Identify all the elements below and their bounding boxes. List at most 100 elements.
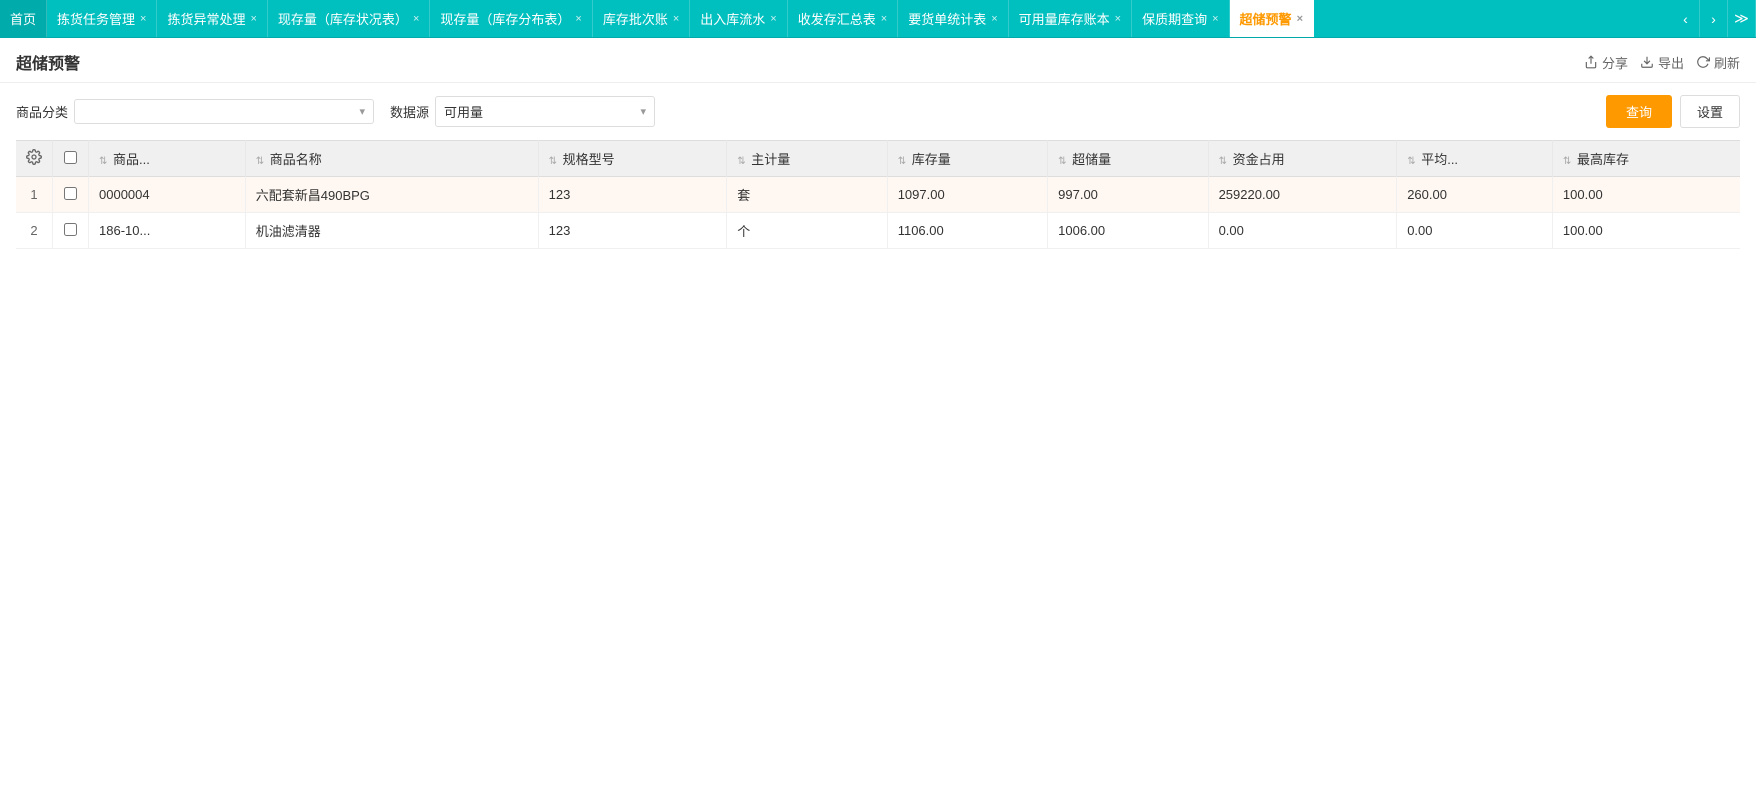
close-icon-2[interactable]: × <box>250 13 256 25</box>
th-avg-label: 平均... <box>1421 152 1458 167</box>
nav-item-home[interactable]: 首页 <box>0 0 47 37</box>
category-chevron-icon: ▾ <box>359 105 365 118</box>
sort-icon-spec: ⇅ <box>549 156 557 167</box>
row-over-1: 1006.00 <box>1048 213 1208 249</box>
nav-item-8-label: 要货单统计表 <box>908 9 986 28</box>
export-button[interactable]: 导出 <box>1640 53 1684 72</box>
nav-item-5[interactable]: 库存批次账 × <box>593 0 690 37</box>
datasource-filter-group: 数据源 可用量 ▾ <box>390 96 655 127</box>
select-all-checkbox[interactable] <box>64 151 77 164</box>
filter-actions: 查询 设置 <box>1606 95 1740 128</box>
row-stock-0: 1097.00 <box>887 177 1047 213</box>
nav-item-2-label: 拣货异常处理 <box>167 9 245 28</box>
nav-item-6-label: 出入库流水 <box>700 9 765 28</box>
nav-item-5-label: 库存批次账 <box>603 9 668 28</box>
close-icon-1[interactable]: × <box>140 13 146 25</box>
share-button[interactable]: 分享 <box>1584 53 1628 72</box>
nav-item-9-label: 可用量库存账本 <box>1019 9 1110 28</box>
close-icon-11[interactable]: × <box>1297 13 1303 25</box>
table-row: 1 0000004 六配套新昌490BPG 123 套 1097.00 997.… <box>16 177 1740 213</box>
row-checkbox-0[interactable] <box>53 177 89 213</box>
page-header: 超储预警 分享 导出 刷新 <box>0 38 1756 83</box>
th-code: ⇅ 商品... <box>89 141 246 177</box>
datasource-label: 数据源 <box>390 102 429 121</box>
gear-settings-icon[interactable] <box>26 149 42 165</box>
nav-item-10[interactable]: 保质期查询 × <box>1132 0 1229 37</box>
row-spec-0: 123 <box>538 177 727 213</box>
nav-item-1-label: 拣货任务管理 <box>57 9 135 28</box>
category-label: 商品分类 <box>16 102 68 121</box>
row-code-0: 0000004 <box>89 177 246 213</box>
top-nav: 首页 拣货任务管理 × 拣货异常处理 × 现存量（库存状况表） × 现存量（库存… <box>0 0 1756 38</box>
th-avg: ⇅ 平均... <box>1397 141 1553 177</box>
nav-item-6[interactable]: 出入库流水 × <box>690 0 787 37</box>
table-header-row: ⇅ 商品... ⇅ 商品名称 ⇅ 规格型号 ⇅ 主计量 <box>16 141 1740 177</box>
close-icon-4[interactable]: × <box>575 13 581 25</box>
nav-item-11-label: 超储预警 <box>1240 9 1292 28</box>
row-name-0: 六配套新昌490BPG <box>245 177 538 213</box>
row-avg-0: 260.00 <box>1397 177 1553 213</box>
header-actions: 分享 导出 刷新 <box>1584 53 1740 72</box>
th-spec: ⇅ 规格型号 <box>538 141 727 177</box>
export-icon <box>1640 55 1654 69</box>
close-icon-8[interactable]: × <box>991 13 997 25</box>
nav-item-10-label: 保质期查询 <box>1142 9 1207 28</box>
th-code-label: 商品... <box>113 152 150 167</box>
refresh-button[interactable]: 刷新 <box>1696 53 1740 72</box>
th-unit-label: 主计量 <box>751 152 790 167</box>
datasource-chevron-icon: ▾ <box>641 105 647 118</box>
sort-icon-avg: ⇅ <box>1407 156 1415 167</box>
close-icon-9[interactable]: × <box>1115 13 1121 25</box>
row-avg-1: 0.00 <box>1397 213 1553 249</box>
nav-item-3[interactable]: 现存量（库存状况表） × <box>268 0 430 37</box>
category-select[interactable]: ▾ <box>74 99 374 124</box>
refresh-icon <box>1696 55 1710 69</box>
sort-icon-stock: ⇅ <box>898 156 906 167</box>
row-capital-0: 259220.00 <box>1208 177 1397 213</box>
sort-icon-name: ⇅ <box>256 156 264 167</box>
sort-icon-unit: ⇅ <box>737 156 745 167</box>
nav-prev-btn[interactable]: ‹ <box>1672 0 1700 37</box>
close-icon-3[interactable]: × <box>413 13 419 25</box>
row-capital-1: 0.00 <box>1208 213 1397 249</box>
nav-item-3-label: 现存量（库存状况表） <box>278 9 408 28</box>
row-unit-1: 个 <box>727 213 887 249</box>
nav-item-4[interactable]: 现存量（库存分布表） × <box>430 0 592 37</box>
nav-expand-btn[interactable]: ≫ <box>1728 0 1756 37</box>
datasource-select[interactable]: 可用量 ▾ <box>435 96 655 127</box>
share-label: 分享 <box>1602 53 1628 72</box>
table-header: ⇅ 商品... ⇅ 商品名称 ⇅ 规格型号 ⇅ 主计量 <box>16 141 1740 177</box>
row-max-stock-1: 100.00 <box>1552 213 1740 249</box>
nav-item-4-label: 现存量（库存分布表） <box>440 9 570 28</box>
close-icon-7[interactable]: × <box>881 13 887 25</box>
row-code-1: 186-10... <box>89 213 246 249</box>
nav-item-7[interactable]: 收发存汇总表 × <box>788 0 898 37</box>
row-unit-0: 套 <box>727 177 887 213</box>
close-icon-6[interactable]: × <box>770 13 776 25</box>
category-filter-group: 商品分类 ▾ <box>16 99 374 124</box>
th-name: ⇅ 商品名称 <box>245 141 538 177</box>
row-spec-1: 123 <box>538 213 727 249</box>
close-icon-10[interactable]: × <box>1212 13 1218 25</box>
th-checkbox <box>53 141 89 177</box>
nav-item-2[interactable]: 拣货异常处理 × <box>157 0 267 37</box>
nav-item-9[interactable]: 可用量库存账本 × <box>1009 0 1132 37</box>
row-name-1: 机油滤清器 <box>245 213 538 249</box>
datasource-select-value: 可用量 <box>444 102 483 121</box>
row-stock-1: 1106.00 <box>887 213 1047 249</box>
row-checkbox-1[interactable] <box>53 213 89 249</box>
th-max-stock-label: 最高库存 <box>1577 152 1629 167</box>
nav-item-11-active[interactable]: 超储预警 × <box>1230 0 1314 37</box>
query-button[interactable]: 查询 <box>1606 95 1672 128</box>
nav-item-1[interactable]: 拣货任务管理 × <box>47 0 157 37</box>
close-icon-5[interactable]: × <box>673 13 679 25</box>
th-max-stock: ⇅ 最高库存 <box>1552 141 1740 177</box>
row-num-1: 2 <box>16 213 53 249</box>
table-body: 1 0000004 六配套新昌490BPG 123 套 1097.00 997.… <box>16 177 1740 249</box>
nav-item-8[interactable]: 要货单统计表 × <box>898 0 1008 37</box>
nav-next-btn[interactable]: › <box>1700 0 1728 37</box>
settings-button[interactable]: 设置 <box>1680 95 1740 128</box>
table-row: 2 186-10... 机油滤清器 123 个 1106.00 1006.00 … <box>16 213 1740 249</box>
row-over-0: 997.00 <box>1048 177 1208 213</box>
page-title: 超储预警 <box>16 50 80 74</box>
